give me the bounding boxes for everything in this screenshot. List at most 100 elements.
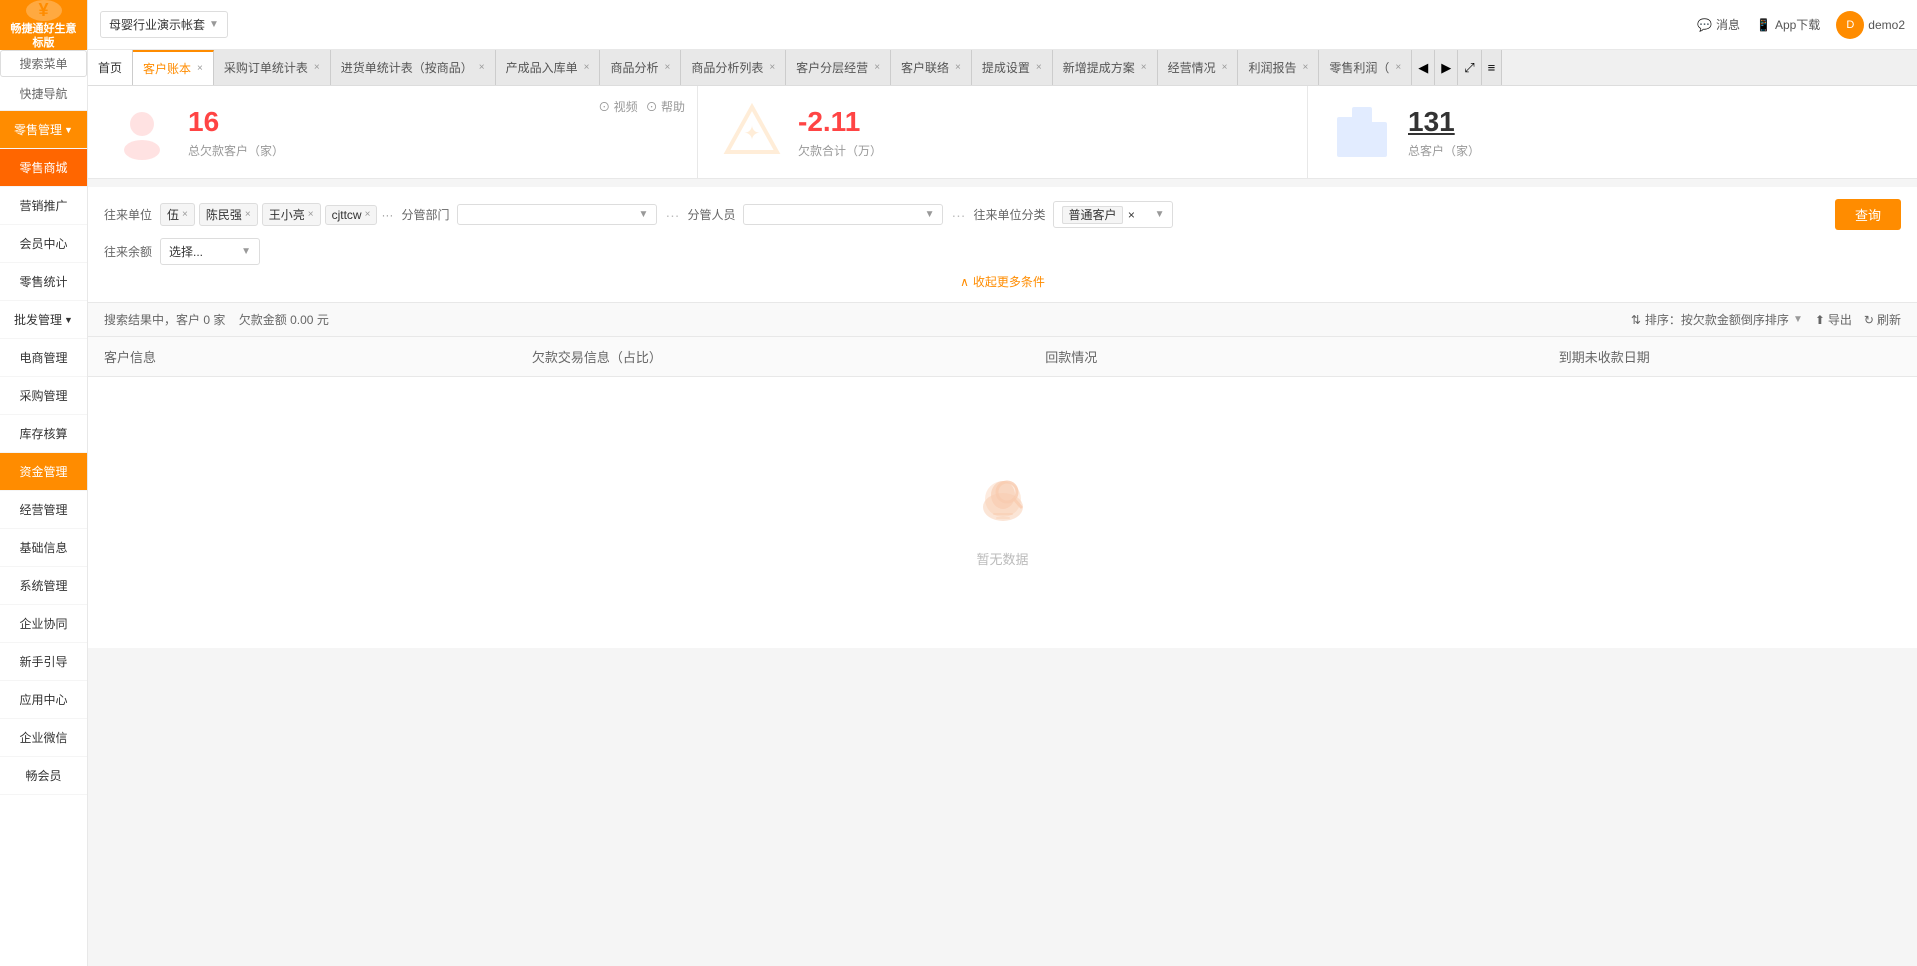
sidebar-item-new-guide[interactable]: 新手引导 (0, 643, 87, 681)
sidebar-item-enterprise-wechat[interactable]: 企业微信 (0, 719, 87, 757)
sidebar-quick-nav[interactable]: 快捷导航 (0, 77, 87, 111)
sidebar-item-system[interactable]: 系统管理 (0, 567, 87, 605)
filter-person-select[interactable]: ▼ (743, 204, 943, 225)
filter-tag-cjttcw: cjttcw × (325, 205, 378, 225)
tabs-bar: 首页 客户账本 × 采购订单统计表 × 进货单统计表（按商品） × 产成品入库单… (88, 50, 1917, 86)
filter-dept-chevron: ▼ (639, 209, 649, 220)
logo-text: 畅捷通好生意 (11, 23, 77, 36)
filter-tag-wu: 伍 × (160, 203, 195, 226)
col-header-debt: 欠款交易信息（占比） (532, 347, 1045, 366)
tab-operation-status[interactable]: 经营情况 × (1158, 50, 1239, 86)
sidebar-item-finance[interactable]: 资金管理 (0, 453, 87, 491)
tab-promotion-settings[interactable]: 提成设置 × (972, 50, 1053, 86)
sidebar-item-operations[interactable]: 经营管理 (0, 491, 87, 529)
filter-tags-more-button[interactable]: ··· (381, 208, 393, 222)
filter-balance-label: 往来余额 (104, 243, 152, 260)
stat-card-debt: ✦ -2.11 欠款合计（万） (698, 86, 1308, 178)
message-button[interactable]: 💬 消息 (1697, 16, 1740, 33)
sidebar-item-inventory[interactable]: 库存核算 (0, 415, 87, 453)
result-actions: ⇅ 排序：按欠款金额倒序排序 ▼ ⬆ 导出 ↻ 刷新 (1631, 311, 1901, 328)
sidebar-item-purchase[interactable]: 采购管理 (0, 377, 87, 415)
tab-product-analysis-list[interactable]: 商品分析列表 × (681, 50, 786, 86)
tab-purchase-order[interactable]: 采购订单统计表 × (214, 50, 331, 86)
filter-person-dots: ··· (665, 207, 679, 223)
sidebar-item-marketing[interactable]: 营销推广 (0, 187, 87, 225)
tab-product-analysis-close[interactable]: × (664, 62, 670, 73)
filter-unit-class-select[interactable]: 普通客户 × ▼ (1053, 201, 1173, 228)
tabs-menu-button[interactable]: ≡ (1482, 50, 1503, 86)
tab-product-analysis-list-label: 商品分析列表 (691, 59, 763, 76)
tab-new-promotion-close[interactable]: × (1141, 62, 1147, 73)
filter-collapse-button[interactable]: ∧ 收起更多条件 (104, 273, 1901, 290)
tab-product-analysis-label: 商品分析 (610, 59, 658, 76)
tabs-prev-button[interactable]: ◀ (1412, 50, 1435, 86)
tab-stock-table-close[interactable]: × (479, 62, 485, 73)
tabs-next-button[interactable]: ▶ (1435, 50, 1458, 86)
filter-tag-chen-close[interactable]: × (245, 209, 251, 220)
tab-product-analysis-list-close[interactable]: × (769, 62, 775, 73)
tab-product-stock-close[interactable]: × (584, 62, 590, 73)
sidebar-item-ecommerce[interactable]: 电商管理 (0, 339, 87, 377)
stat-card-customers: 16 总欠款客户（家） ⊙ 视频 ⊙ 帮助 (88, 86, 698, 178)
filter-unit-class-tag-close[interactable]: × (1128, 208, 1135, 222)
sidebar-item-basic-info[interactable]: 基础信息 (0, 529, 87, 567)
sort-icon: ⇅ (1631, 313, 1641, 327)
stat-label-debt: 欠款合计（万） (798, 142, 882, 159)
filter-tags-unit: 伍 × 陈民强 × 王小亮 × cjttcw × ··· (160, 203, 393, 226)
tab-product-analysis[interactable]: 商品分析 × (600, 50, 681, 86)
stat-icon-total-customers (1332, 102, 1392, 162)
tab-new-promotion[interactable]: 新增提成方案 × (1053, 50, 1158, 86)
sort-button[interactable]: ⇅ 排序：按欠款金额倒序排序 ▼ (1631, 311, 1803, 328)
stats-row: 16 总欠款客户（家） ⊙ 视频 ⊙ 帮助 ✦ -2.11 欠款合计 (88, 86, 1917, 179)
refresh-button[interactable]: ↻ 刷新 (1864, 311, 1901, 328)
tab-profit-report-close[interactable]: × (1302, 62, 1308, 73)
tab-purchase-order-close[interactable]: × (314, 62, 320, 73)
filter-row-balance: 往来余额 选择... ▼ (104, 238, 1901, 265)
tab-customer-contact-label: 客户联络 (901, 59, 949, 76)
filter-person-dots2: ··· (951, 207, 965, 223)
sidebar-wholesale-label: 批发管理 ▼ (6, 311, 81, 328)
sidebar-item-enterprise-collab[interactable]: 企业协同 (0, 605, 87, 643)
tab-retail-profit[interactable]: 零售利润（ × (1319, 50, 1412, 86)
tabs-maximize-button[interactable]: ⤢ (1458, 50, 1481, 86)
tab-home[interactable]: 首页 (88, 50, 133, 86)
sidebar-search-button[interactable]: 搜索菜单 (0, 50, 87, 77)
tab-stock-table[interactable]: 进货单统计表（按商品） × (331, 50, 496, 86)
tab-promotion-settings-close[interactable]: × (1036, 62, 1042, 73)
sidebar-item-retail-mall[interactable]: 零售商城 (0, 149, 87, 187)
filter-balance-select[interactable]: 选择... ▼ (160, 238, 260, 265)
user-profile-button[interactable]: D demo2 (1836, 11, 1905, 39)
stat-info-customers: 16 总欠款客户（家） (188, 105, 284, 160)
tab-customer-contact-close[interactable]: × (955, 62, 961, 73)
sidebar-item-member[interactable]: 会员中心 (0, 225, 87, 263)
tab-customer-account[interactable]: 客户账本 × (133, 50, 214, 86)
filter-tag-wu-close[interactable]: × (182, 209, 188, 220)
sidebar-item-retail-stats[interactable]: 零售统计 (0, 263, 87, 301)
sidebar-item-retail[interactable]: 零售管理 ▼ (0, 111, 87, 149)
filter-tag-cjttcw-close[interactable]: × (365, 209, 371, 220)
export-button[interactable]: ⬆ 导出 (1815, 311, 1852, 328)
tab-retail-profit-close[interactable]: × (1395, 62, 1401, 73)
sidebar-item-app-center[interactable]: 应用中心 (0, 681, 87, 719)
video-button[interactable]: ⊙ 视频 (598, 98, 637, 115)
tab-new-promotion-label: 新增提成方案 (1063, 59, 1135, 76)
tab-product-stock[interactable]: 产成品入库单 × (496, 50, 601, 86)
tab-operation-status-close[interactable]: × (1222, 62, 1228, 73)
filter-dept-select[interactable]: ▼ (457, 204, 657, 225)
sidebar-item-vip-member[interactable]: 畅会员 (0, 757, 87, 795)
tab-customer-tier[interactable]: 客户分层经营 × (786, 50, 891, 86)
sidebar-item-wholesale[interactable]: 批发管理 ▼ (0, 301, 87, 339)
tab-customer-account-close[interactable]: × (197, 63, 203, 74)
sort-label: 排序：按欠款金额倒序排序 (1645, 311, 1789, 328)
result-debt-prefix: 欠款金额 (239, 313, 287, 327)
tab-profit-report[interactable]: 利润报告 × (1238, 50, 1319, 86)
query-button[interactable]: 查询 (1835, 199, 1901, 230)
account-selector[interactable]: 母婴行业演示帐套 ▼ (100, 11, 228, 38)
main-area: 母婴行业演示帐套 ▼ 💬 消息 📱 App下载 D demo2 首页 客户账本 (88, 0, 1917, 966)
filter-tag-wang-close[interactable]: × (308, 209, 314, 220)
app-download-button[interactable]: 📱 App下载 (1756, 16, 1820, 33)
tab-customer-contact[interactable]: 客户联络 × (891, 50, 972, 86)
help-button[interactable]: ⊙ 帮助 (646, 98, 685, 115)
tab-customer-tier-close[interactable]: × (874, 62, 880, 73)
tab-home-label: 首页 (98, 59, 122, 76)
